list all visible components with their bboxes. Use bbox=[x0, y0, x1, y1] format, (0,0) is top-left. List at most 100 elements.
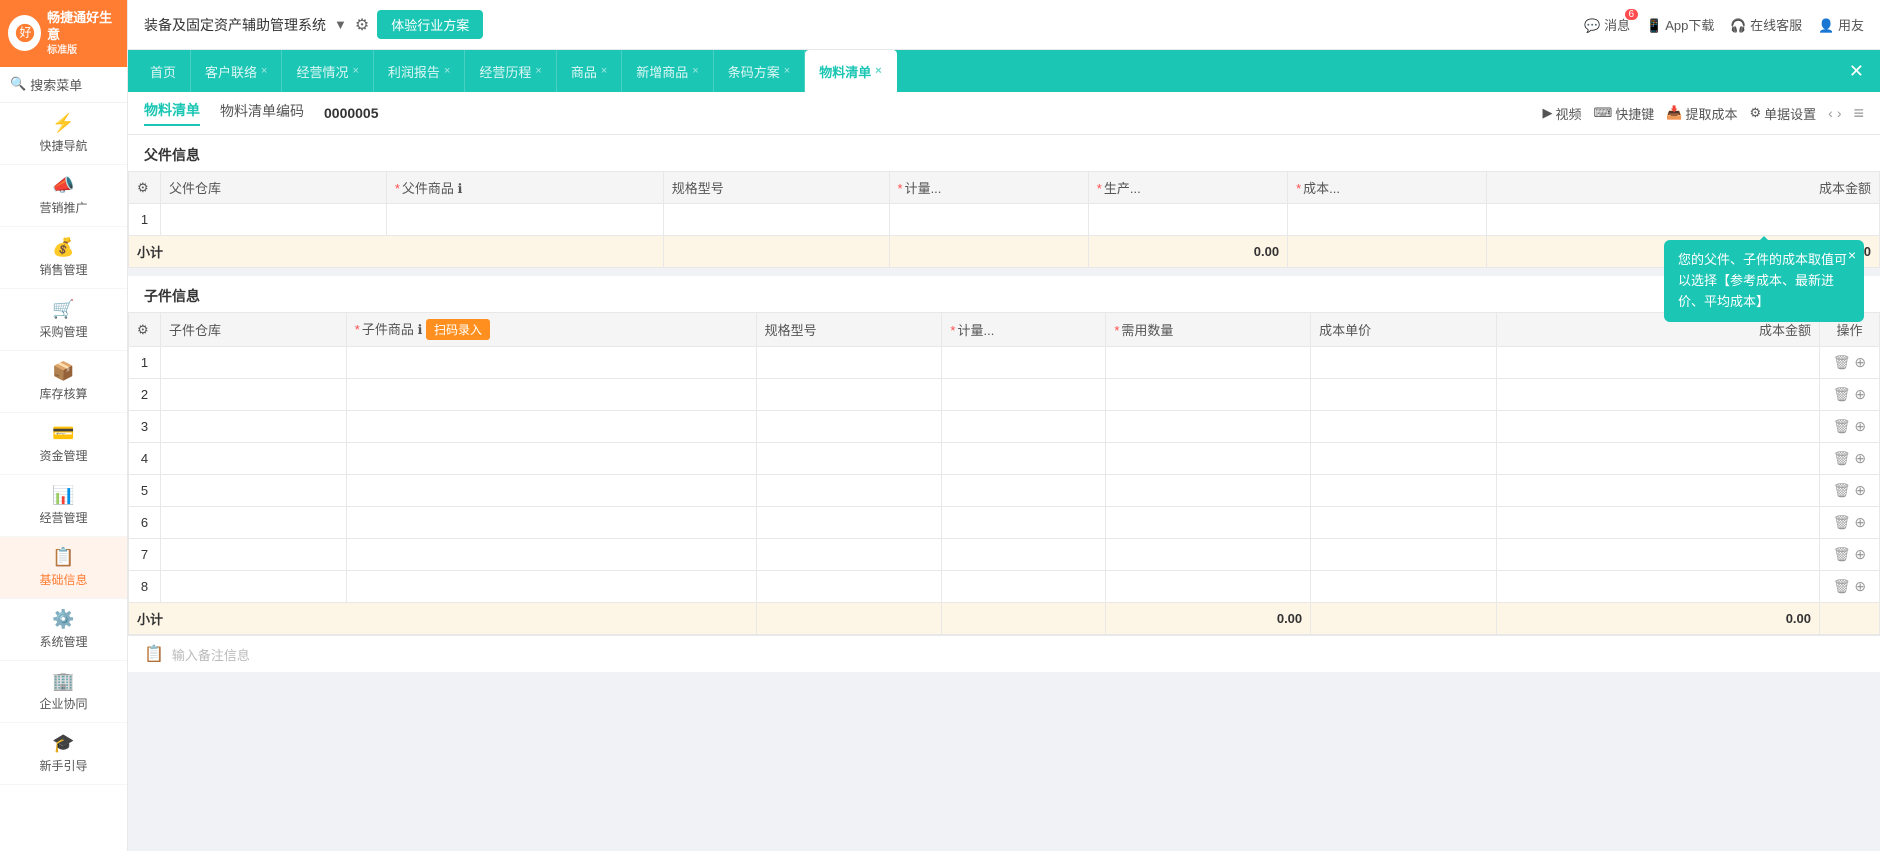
child-row3-unit[interactable] bbox=[942, 411, 1106, 443]
child-row2-spec[interactable] bbox=[756, 379, 942, 411]
child-row6-unit-price[interactable] bbox=[1311, 507, 1497, 539]
child-row7-goods[interactable] bbox=[346, 539, 756, 571]
child-row1-spec[interactable] bbox=[756, 347, 942, 379]
delete-row-button[interactable]: 🗑 bbox=[1833, 578, 1851, 594]
delete-row-button[interactable]: 🗑 bbox=[1833, 354, 1851, 370]
sidebar-search[interactable]: 🔍 搜索菜单 bbox=[0, 67, 127, 103]
tab-barcode[interactable]: 条码方案 × bbox=[714, 50, 805, 92]
tab-profit-report-close[interactable]: × bbox=[444, 65, 450, 77]
grid-view-icon[interactable]: ≡ bbox=[1853, 103, 1864, 124]
delete-row-button[interactable]: 🗑 bbox=[1833, 418, 1851, 434]
child-col-settings[interactable]: ⚙ bbox=[129, 313, 161, 347]
child-row8-qty[interactable] bbox=[1106, 571, 1311, 603]
child-row6-qty[interactable] bbox=[1106, 507, 1311, 539]
parent-row1-produce[interactable] bbox=[1088, 204, 1287, 236]
tooltip-close-button[interactable]: × bbox=[1848, 244, 1856, 266]
child-row8-goods[interactable] bbox=[346, 571, 756, 603]
parent-row1-cost[interactable] bbox=[1288, 204, 1487, 236]
online-service-button[interactable]: 🎧 在线客服 bbox=[1730, 15, 1802, 34]
child-row5-unit[interactable] bbox=[942, 475, 1106, 507]
tab-new-goods-close[interactable]: × bbox=[692, 65, 698, 77]
child-row4-qty[interactable] bbox=[1106, 443, 1311, 475]
child-row4-warehouse[interactable] bbox=[161, 443, 347, 475]
sidebar-item-operation[interactable]: 📊 经营管理 bbox=[0, 475, 127, 537]
tab-op-status-close[interactable]: × bbox=[352, 65, 358, 77]
tab-home[interactable]: 首页 bbox=[136, 50, 191, 92]
parent-col-settings[interactable]: ⚙ bbox=[129, 172, 161, 204]
tab-op-history[interactable]: 经营历程 × bbox=[465, 50, 556, 92]
tab-goods[interactable]: 商品 × bbox=[557, 50, 622, 92]
prev-arrow[interactable]: ‹ bbox=[1828, 105, 1833, 121]
child-row2-warehouse[interactable] bbox=[161, 379, 347, 411]
child-row4-unit[interactable] bbox=[942, 443, 1106, 475]
tab-goods-close[interactable]: × bbox=[601, 65, 607, 77]
child-row7-unit-price[interactable] bbox=[1311, 539, 1497, 571]
child-row6-spec[interactable] bbox=[756, 507, 942, 539]
child-row5-spec[interactable] bbox=[756, 475, 942, 507]
gear-icon[interactable]: ⚙ bbox=[355, 15, 369, 35]
child-row2-unit[interactable] bbox=[942, 379, 1106, 411]
user-profile[interactable]: 👤 用友 bbox=[1818, 15, 1864, 34]
sidebar-item-sales[interactable]: 💰 销售管理 bbox=[0, 227, 127, 289]
sidebar-item-basic-info[interactable]: 📋 基础信息 bbox=[0, 537, 127, 599]
child-row2-goods[interactable] bbox=[346, 379, 756, 411]
delete-row-button[interactable]: 🗑 bbox=[1833, 450, 1851, 466]
child-row3-goods[interactable] bbox=[346, 411, 756, 443]
sidebar-item-system[interactable]: ⚙️ 系统管理 bbox=[0, 599, 127, 661]
child-row1-unit-price[interactable] bbox=[1311, 347, 1497, 379]
tab-op-status[interactable]: 经营情况 × bbox=[282, 50, 373, 92]
child-row3-unit-price[interactable] bbox=[1311, 411, 1497, 443]
sidebar-item-marketing[interactable]: 📣 营销推广 bbox=[0, 165, 127, 227]
parent-row1-goods[interactable] bbox=[386, 204, 663, 236]
message-button[interactable]: 💬 6 消息 bbox=[1584, 15, 1630, 34]
tab-barcode-close[interactable]: × bbox=[784, 65, 790, 77]
child-row6-warehouse[interactable] bbox=[161, 507, 347, 539]
child-row1-goods[interactable] bbox=[346, 347, 756, 379]
child-row1-qty[interactable] bbox=[1106, 347, 1311, 379]
child-row2-qty[interactable] bbox=[1106, 379, 1311, 411]
child-row3-spec[interactable] bbox=[756, 411, 942, 443]
sidebar-item-enterprise[interactable]: 🏢 企业协同 bbox=[0, 661, 127, 723]
tab-customer[interactable]: 客户联络 × bbox=[191, 50, 282, 92]
sidebar-item-finance[interactable]: 💳 资金管理 bbox=[0, 413, 127, 475]
delete-row-button[interactable]: 🗑 bbox=[1833, 386, 1851, 402]
app-download-button[interactable]: 📱 App下载 bbox=[1646, 15, 1714, 34]
dropdown-icon[interactable]: ▼ bbox=[334, 17, 347, 32]
child-row1-unit[interactable] bbox=[942, 347, 1106, 379]
parent-row1-warehouse[interactable] bbox=[161, 204, 387, 236]
copy-row-button[interactable]: ⊕ bbox=[1854, 354, 1866, 370]
tab-bom-list[interactable]: 物料清单 × bbox=[805, 50, 896, 92]
tab-new-goods[interactable]: 新增商品 × bbox=[622, 50, 713, 92]
copy-row-button[interactable]: ⊕ bbox=[1854, 482, 1866, 498]
action-shortcut[interactable]: ⌨ 快捷键 bbox=[1593, 104, 1654, 123]
child-row4-unit-price[interactable] bbox=[1311, 443, 1497, 475]
child-row5-unit-price[interactable] bbox=[1311, 475, 1497, 507]
sidebar-item-purchase[interactable]: 🛒 采购管理 bbox=[0, 289, 127, 351]
child-row3-warehouse[interactable] bbox=[161, 411, 347, 443]
copy-row-button[interactable]: ⊕ bbox=[1854, 578, 1866, 594]
parent-row1-spec[interactable] bbox=[663, 204, 889, 236]
copy-row-button[interactable]: ⊕ bbox=[1854, 546, 1866, 562]
tab-bom-close[interactable]: × bbox=[875, 65, 881, 77]
child-row2-unit-price[interactable] bbox=[1311, 379, 1497, 411]
child-row6-goods[interactable] bbox=[346, 507, 756, 539]
child-row6-unit[interactable] bbox=[942, 507, 1106, 539]
delete-row-button[interactable]: 🗑 bbox=[1833, 546, 1851, 562]
child-row8-unit[interactable] bbox=[942, 571, 1106, 603]
child-row5-qty[interactable] bbox=[1106, 475, 1311, 507]
tab-customer-close[interactable]: × bbox=[261, 65, 267, 77]
child-row3-qty[interactable] bbox=[1106, 411, 1311, 443]
copy-row-button[interactable]: ⊕ bbox=[1854, 514, 1866, 530]
action-view[interactable]: ▶ 视频 bbox=[1542, 104, 1581, 123]
child-row8-warehouse[interactable] bbox=[161, 571, 347, 603]
action-cost[interactable]: 📥 提取成本 bbox=[1666, 104, 1737, 123]
tab-op-history-close[interactable]: × bbox=[535, 65, 541, 77]
child-row1-warehouse[interactable] bbox=[161, 347, 347, 379]
child-row4-goods[interactable] bbox=[346, 443, 756, 475]
close-all-tabs-button[interactable]: ✕ bbox=[1841, 61, 1872, 82]
sidebar-item-quick-nav[interactable]: ⚡ 快捷导航 bbox=[0, 103, 127, 165]
child-row7-unit[interactable] bbox=[942, 539, 1106, 571]
child-row7-spec[interactable] bbox=[756, 539, 942, 571]
delete-row-button[interactable]: 🗑 bbox=[1833, 482, 1851, 498]
child-row5-goods[interactable] bbox=[346, 475, 756, 507]
